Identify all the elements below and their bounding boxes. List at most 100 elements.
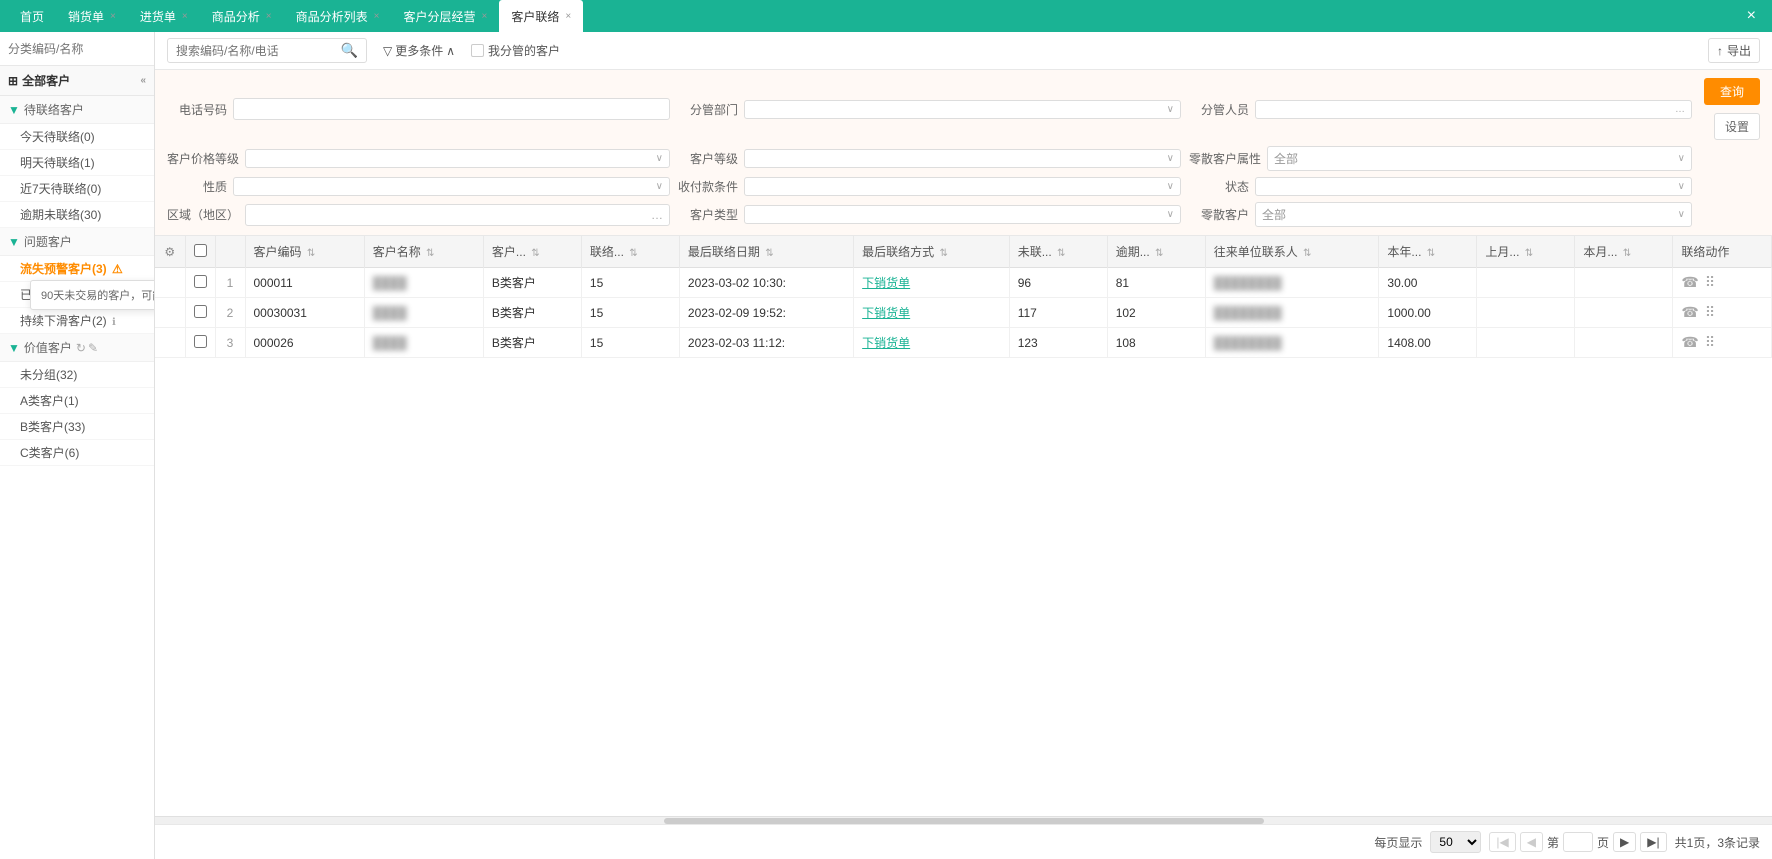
row-checkbox[interactable] xyxy=(185,328,215,358)
row-overdue: 102 xyxy=(1107,298,1205,328)
col-checkbox[interactable] xyxy=(185,236,215,268)
retail-attr-select[interactable]: 全部 ∨ xyxy=(1267,146,1692,171)
close-tab-customer-contact[interactable]: × xyxy=(565,11,571,22)
dept-label: 分管部门 xyxy=(678,101,738,118)
sort-icon3: ⇅ xyxy=(531,248,539,259)
col-unit-contact[interactable]: 往来单位联系人 ⇅ xyxy=(1205,236,1379,268)
retail-select[interactable]: 全部 ∨ xyxy=(1255,202,1692,227)
nature-select[interactable]: ∨ xyxy=(233,177,670,196)
more-action-icon[interactable]: ⠿ xyxy=(1705,304,1715,321)
row-unit-contact: ████████ xyxy=(1205,298,1379,328)
tab-customer-contact[interactable]: 客户联络 × xyxy=(499,0,583,32)
col-last-contact-type[interactable]: 最后联络方式 ⇅ xyxy=(854,236,1010,268)
settings-button[interactable]: 设置 xyxy=(1714,113,1760,140)
region-select[interactable]: … xyxy=(245,204,670,226)
row-checkbox[interactable] xyxy=(185,298,215,328)
retail-attr-label: 零散客户属性 xyxy=(1189,150,1261,167)
refresh-icon[interactable]: ↻ xyxy=(76,341,86,355)
horizontal-scrollbar[interactable] xyxy=(155,816,1772,824)
customer-type-select[interactable]: ∨ xyxy=(744,205,1181,224)
more-action-icon[interactable]: ⠿ xyxy=(1705,334,1715,351)
tab-sales[interactable]: 销货单 × xyxy=(56,0,128,32)
price-grade-select[interactable]: ∨ xyxy=(245,149,670,168)
phone-input[interactable] xyxy=(233,98,670,120)
filter-phone: 电话号码 xyxy=(167,98,670,120)
sidebar-item-b-class[interactable]: B类客户(33) xyxy=(0,414,154,440)
prev-page-btn[interactable]: ◀ xyxy=(1520,832,1543,852)
sidebar-item-tomorrow[interactable]: 明天待联络(1) xyxy=(0,150,154,176)
sidebar-item-declining[interactable]: 持续下滑客户(2) ℹ xyxy=(0,308,154,334)
sidebar-item-7days[interactable]: 近7天待联络(0) xyxy=(0,176,154,202)
export-btn[interactable]: ↑ 导出 xyxy=(1708,38,1760,63)
col-last-contact-date[interactable]: 最后联络日期 ⇅ xyxy=(679,236,853,268)
payment-select[interactable]: ∨ xyxy=(744,177,1181,196)
per-page-select[interactable]: 50 100 200 xyxy=(1430,831,1481,853)
close-tab-product-list[interactable]: × xyxy=(374,11,380,22)
row-settings[interactable] xyxy=(155,328,185,358)
query-button[interactable]: 查询 xyxy=(1704,78,1760,105)
tab-home[interactable]: 首页 xyxy=(8,0,56,32)
sidebar-item-c-class[interactable]: C类客户(6) xyxy=(0,440,154,466)
pending-contact-section[interactable]: ▼ 待联络客户 xyxy=(0,96,154,124)
person-select[interactable]: … xyxy=(1255,100,1692,119)
row-last-contact-type[interactable]: 下销货单 xyxy=(854,268,1010,298)
close-tab-purchase[interactable]: × xyxy=(182,11,188,22)
scrollbar-thumb[interactable] xyxy=(664,818,1264,824)
sidebar-item-churn-warning[interactable]: 流失预警客户(3) ⚠ xyxy=(0,256,154,282)
row-name: ████ xyxy=(364,268,483,298)
contact-icon[interactable]: ☎ xyxy=(1681,274,1698,291)
row-settings[interactable] xyxy=(155,268,185,298)
row-last-contact-type[interactable]: 下销货单 xyxy=(854,298,1010,328)
tab-customer-tier[interactable]: 客户分层经营 × xyxy=(391,0,499,32)
col-settings[interactable]: ⚙ xyxy=(155,236,185,268)
sidebar-item-today[interactable]: 今天待联络(0) xyxy=(0,124,154,150)
close-tab-product-analysis[interactable]: × xyxy=(266,11,272,22)
my-customers-toggle[interactable]: 我分管的客户 xyxy=(471,42,560,59)
col-this-year[interactable]: 本年... ⇅ xyxy=(1379,236,1477,268)
col-this-month[interactable]: 本月... ⇅ xyxy=(1575,236,1673,268)
col-overdue[interactable]: 逾期... ⇅ xyxy=(1107,236,1205,268)
sidebar-item-overdue[interactable]: 逾期未联络(30) xyxy=(0,202,154,228)
contact-icon[interactable]: ☎ xyxy=(1681,304,1698,321)
customer-grade-select[interactable]: ∨ xyxy=(744,149,1181,168)
col-code[interactable]: 客户编码 ⇅ xyxy=(245,236,364,268)
close-tab-customer-tier[interactable]: × xyxy=(481,11,487,22)
next-page-btn[interactable]: ▶ xyxy=(1613,832,1636,852)
col-last-month[interactable]: 上月... ⇅ xyxy=(1477,236,1575,268)
problem-customer-section[interactable]: ▼ 问题客户 xyxy=(0,228,154,256)
row-last-contact-type[interactable]: 下销货单 xyxy=(854,328,1010,358)
all-customers-header[interactable]: ⊞ 全部客户 « xyxy=(0,66,154,96)
tab-product-list[interactable]: 商品分析列表 × xyxy=(284,0,392,32)
search-box: 🔍 xyxy=(167,38,367,63)
col-name[interactable]: 客户名称 ⇅ xyxy=(364,236,483,268)
close-tab-sales[interactable]: × xyxy=(110,11,116,22)
row-checkbox[interactable] xyxy=(185,268,215,298)
more-conditions-btn[interactable]: ▽ 更多条件 ∧ xyxy=(375,39,463,62)
more-action-icon[interactable]: ⠿ xyxy=(1705,274,1715,291)
edit-icon[interactable]: ✎ xyxy=(88,341,98,355)
tab-purchase[interactable]: 进货单 × xyxy=(128,0,200,32)
row-last-contact-date: 2023-02-03 11:12: xyxy=(679,328,853,358)
col-contact[interactable]: 联络... ⇅ xyxy=(581,236,679,268)
sidebar-item-a-class[interactable]: A类客户(1) xyxy=(0,388,154,414)
tab-product-analysis[interactable]: 商品分析 × xyxy=(200,0,284,32)
value-customer-section[interactable]: ▼ 价值客户 ↻ ✎ xyxy=(0,334,154,362)
customer-search-input[interactable] xyxy=(176,44,341,58)
first-page-btn[interactable]: |◀ xyxy=(1489,832,1515,852)
last-page-btn[interactable]: ▶| xyxy=(1640,832,1666,852)
close-all-tabs[interactable]: × xyxy=(1739,7,1764,25)
dots-icon[interactable]: … xyxy=(651,208,663,222)
checkbox-icon[interactable] xyxy=(471,44,484,57)
page-input[interactable]: 1 xyxy=(1563,832,1593,852)
search-icon[interactable]: 🔍 xyxy=(341,42,358,59)
dept-select[interactable]: ∨ xyxy=(744,100,1181,119)
page-label2: 页 xyxy=(1597,834,1609,851)
contact-icon[interactable]: ☎ xyxy=(1681,334,1698,351)
row-settings[interactable] xyxy=(155,298,185,328)
select-all-checkbox[interactable] xyxy=(194,244,207,257)
sidebar-item-ungroup[interactable]: 未分组(32) xyxy=(0,362,154,388)
status-select[interactable]: ∨ xyxy=(1255,177,1692,196)
category-search-input[interactable] xyxy=(8,42,155,56)
col-uncontacted[interactable]: 未联... ⇅ xyxy=(1009,236,1107,268)
col-type[interactable]: 客户... ⇅ xyxy=(483,236,581,268)
